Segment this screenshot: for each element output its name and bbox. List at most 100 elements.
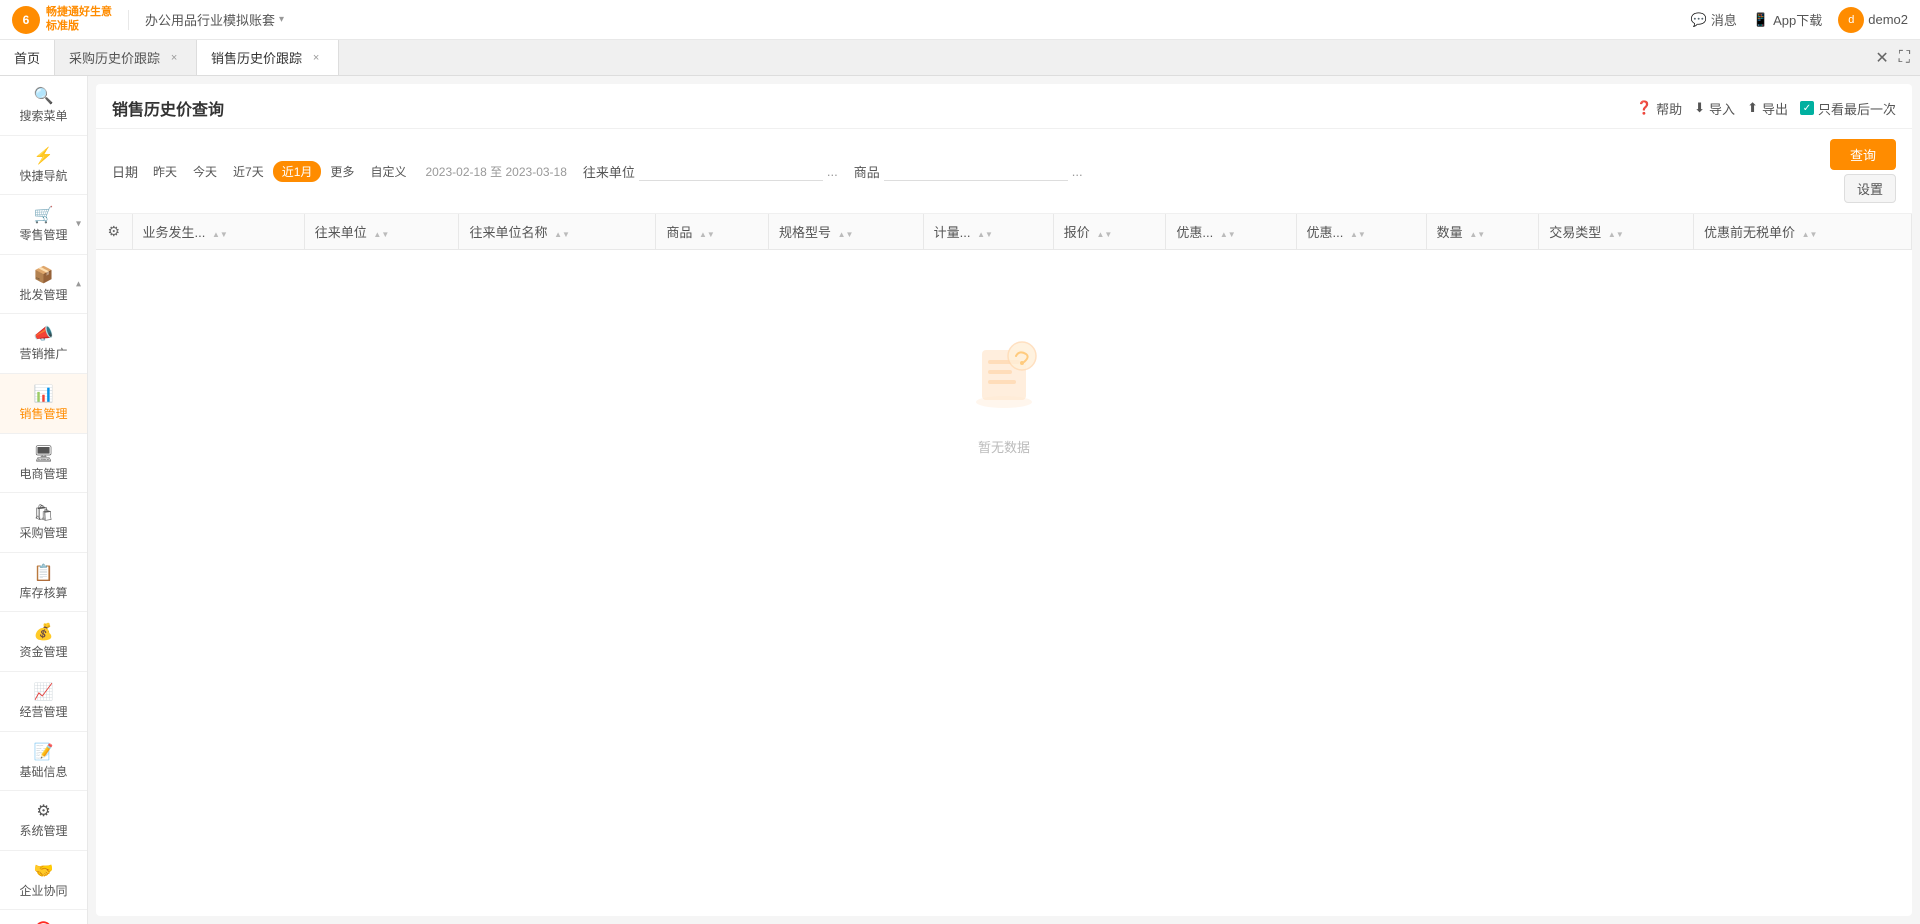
- product-label: 商品: [854, 162, 880, 181]
- only-last-label: 只看最后一次: [1818, 99, 1896, 118]
- partner-dots[interactable]: ...: [827, 164, 838, 179]
- th-partner-name[interactable]: 往来单位名称 ▲▼: [459, 214, 656, 250]
- sidebar-item-marketing[interactable]: 📣 营销推广: [0, 314, 87, 374]
- page-header: 销售历史价查询 ❓ 帮助 ⬇ 导入 ⬆ 导出 ✓: [96, 84, 1912, 129]
- th-product[interactable]: 商品 ▲▼: [656, 214, 769, 250]
- column-settings-icon[interactable]: ⚙: [107, 223, 120, 239]
- th-trade-type-sort: ▲▼: [1608, 231, 1624, 239]
- retail-mgmt-icon: 🛒: [34, 205, 54, 225]
- sidebar-item-quick-nav[interactable]: ⚡ 快捷导航: [0, 136, 87, 196]
- only-last-checkbox[interactable]: ✓ 只看最后一次: [1800, 99, 1896, 118]
- import-icon: ⬇: [1694, 100, 1705, 116]
- sidebar-item-biz-mgmt[interactable]: 📈 经营管理: [0, 672, 87, 732]
- th-unit-label: 计量...: [934, 225, 971, 240]
- sidebar-item-inventory-mgmt[interactable]: 📋 库存核算: [0, 553, 87, 613]
- sidebar-item-system-mgmt[interactable]: ⚙ 系统管理: [0, 791, 87, 851]
- partner-input[interactable]: [639, 161, 823, 181]
- th-pre-tax-price[interactable]: 优惠前无税单价 ▲▼: [1693, 214, 1911, 250]
- sidebar-item-wholesale-mgmt[interactable]: 📦 批发管理 ▴: [0, 255, 87, 315]
- app-download-label: App下载: [1773, 10, 1822, 29]
- app-download-icon: 📱: [1753, 12, 1769, 28]
- date-btn-more[interactable]: 更多: [323, 160, 361, 183]
- query-button[interactable]: 查询: [1830, 139, 1896, 170]
- product-input[interactable]: [884, 161, 1068, 181]
- sidebar-item-enterprise-collab[interactable]: 🤝 企业协同: [0, 851, 87, 911]
- tab-sales-history[interactable]: 销售历史价跟踪 ×: [197, 40, 339, 75]
- sidebar-item-search-menu-label: 搜索菜单: [19, 109, 67, 125]
- th-unit[interactable]: 计量... ▲▼: [923, 214, 1053, 250]
- tab-sales-history-close[interactable]: ×: [308, 50, 324, 66]
- user-profile[interactable]: d demo2: [1838, 7, 1908, 33]
- tabbar-close-icon[interactable]: ✕: [1875, 48, 1888, 68]
- th-settings[interactable]: ⚙: [96, 214, 132, 250]
- th-discount1-sort: ▲▼: [1220, 231, 1236, 239]
- tabbar-actions: ✕ ⛶: [1865, 40, 1920, 75]
- tabbar-fullscreen-icon[interactable]: ⛶: [1899, 49, 1910, 67]
- biz-mgmt-icon: 📈: [34, 682, 54, 702]
- settings-button[interactable]: 设置: [1844, 174, 1896, 203]
- export-label: 导出: [1762, 99, 1788, 118]
- th-partner-code[interactable]: 往来单位 ▲▼: [304, 214, 459, 250]
- sidebar-item-system-mgmt-label: 系统管理: [19, 824, 67, 840]
- sidebar-item-enterprise-collab-label: 企业协同: [19, 884, 67, 900]
- date-btn-today[interactable]: 今天: [186, 160, 224, 183]
- topbar-right: 💬 消息 📱 App下载 d demo2: [1691, 7, 1908, 33]
- tab-home[interactable]: 首页: [0, 40, 55, 75]
- empty-text: 暂无数据: [978, 437, 1030, 456]
- sidebar-item-search-menu[interactable]: 🔍 搜索菜单: [0, 76, 87, 136]
- page-card: 销售历史价查询 ❓ 帮助 ⬇ 导入 ⬆ 导出 ✓: [96, 84, 1912, 916]
- retail-mgmt-arrow-icon: ▾: [76, 219, 81, 230]
- tab-sales-history-label: 销售历史价跟踪: [211, 48, 302, 67]
- th-price[interactable]: 报价 ▲▼: [1053, 214, 1166, 250]
- th-biz-date[interactable]: 业务发生... ▲▼: [132, 214, 304, 250]
- sidebar-item-wholesale-mgmt-label: 批发管理: [19, 288, 67, 304]
- app-download-btn[interactable]: 📱 App下载: [1753, 10, 1822, 29]
- date-btn-yesterday[interactable]: 昨天: [146, 160, 184, 183]
- quick-nav-icon: ⚡: [34, 146, 54, 166]
- sidebar-item-marketing-label: 营销推广: [19, 347, 67, 363]
- help-icon: ❓: [1636, 100, 1652, 116]
- th-trade-type[interactable]: 交易类型 ▲▼: [1539, 214, 1694, 250]
- sidebar-item-inventory-mgmt-label: 库存核算: [19, 586, 67, 602]
- th-quantity[interactable]: 数量 ▲▼: [1426, 214, 1539, 250]
- sidebar-item-purchase-mgmt[interactable]: 🛍 采购管理: [0, 493, 87, 553]
- th-discount1[interactable]: 优惠... ▲▼: [1166, 214, 1296, 250]
- search-menu-icon: 🔍: [34, 86, 54, 106]
- tab-purchase-history[interactable]: 采购历史价跟踪 ×: [55, 40, 197, 75]
- date-btn-1month[interactable]: 近1月: [273, 161, 322, 182]
- th-price-sort: ▲▼: [1096, 231, 1112, 239]
- sidebar-item-basic-info-label: 基础信息: [19, 765, 67, 781]
- th-quantity-sort: ▲▼: [1469, 231, 1485, 239]
- sidebar-item-biz-mgmt-label: 经营管理: [19, 705, 67, 721]
- sidebar-item-sales-mgmt-label: 销售管理: [19, 407, 67, 423]
- export-icon: ⬆: [1747, 100, 1758, 116]
- th-biz-date-sort: ▲▼: [212, 231, 228, 239]
- sidebar-item-basic-info[interactable]: 📝 基础信息: [0, 732, 87, 792]
- sidebar-item-retail-mgmt[interactable]: 🛒 零售管理 ▾: [0, 195, 87, 255]
- tab-purchase-history-close[interactable]: ×: [166, 50, 182, 66]
- th-partner-name-label: 往来单位名称: [469, 225, 547, 240]
- filter-area: 日期 昨天 今天 近7天 近1月 更多 自定义 2023-02-18 至 202…: [96, 129, 1912, 214]
- th-spec[interactable]: 规格型号 ▲▼: [768, 214, 923, 250]
- sidebar-item-finance-mgmt-label: 资金管理: [19, 645, 67, 661]
- product-dots[interactable]: ...: [1072, 164, 1083, 179]
- marketing-icon: 📣: [34, 324, 54, 344]
- th-discount2[interactable]: 优惠... ▲▼: [1296, 214, 1426, 250]
- sidebar-item-new-user-guide[interactable]: 🎯 新手引导: [0, 910, 87, 924]
- date-btn-custom[interactable]: 自定义: [363, 160, 413, 183]
- sidebar-item-sales-mgmt[interactable]: 📊 销售管理: [0, 374, 87, 434]
- sidebar-item-ecommerce-mgmt[interactable]: 🖥 电商管理: [0, 434, 87, 494]
- date-btn-7days[interactable]: 近7天: [226, 160, 271, 183]
- date-buttons: 昨天 今天 近7天 近1月 更多 自定义: [146, 160, 413, 183]
- export-btn[interactable]: ⬆ 导出: [1747, 99, 1788, 118]
- sidebar-item-quick-nav-label: 快捷导航: [19, 169, 67, 185]
- company-selector[interactable]: 办公用品行业模拟账套 ▾: [145, 10, 284, 29]
- sidebar-item-finance-mgmt[interactable]: 💰 资金管理: [0, 612, 87, 672]
- avatar: d: [1838, 7, 1864, 33]
- th-trade-type-label: 交易类型: [1549, 225, 1601, 240]
- message-btn[interactable]: 💬 消息: [1691, 10, 1737, 29]
- th-partner-code-label: 往来单位: [315, 225, 367, 240]
- import-label: 导入: [1709, 99, 1735, 118]
- help-btn[interactable]: ❓ 帮助: [1636, 99, 1682, 118]
- import-btn[interactable]: ⬇ 导入: [1694, 99, 1735, 118]
